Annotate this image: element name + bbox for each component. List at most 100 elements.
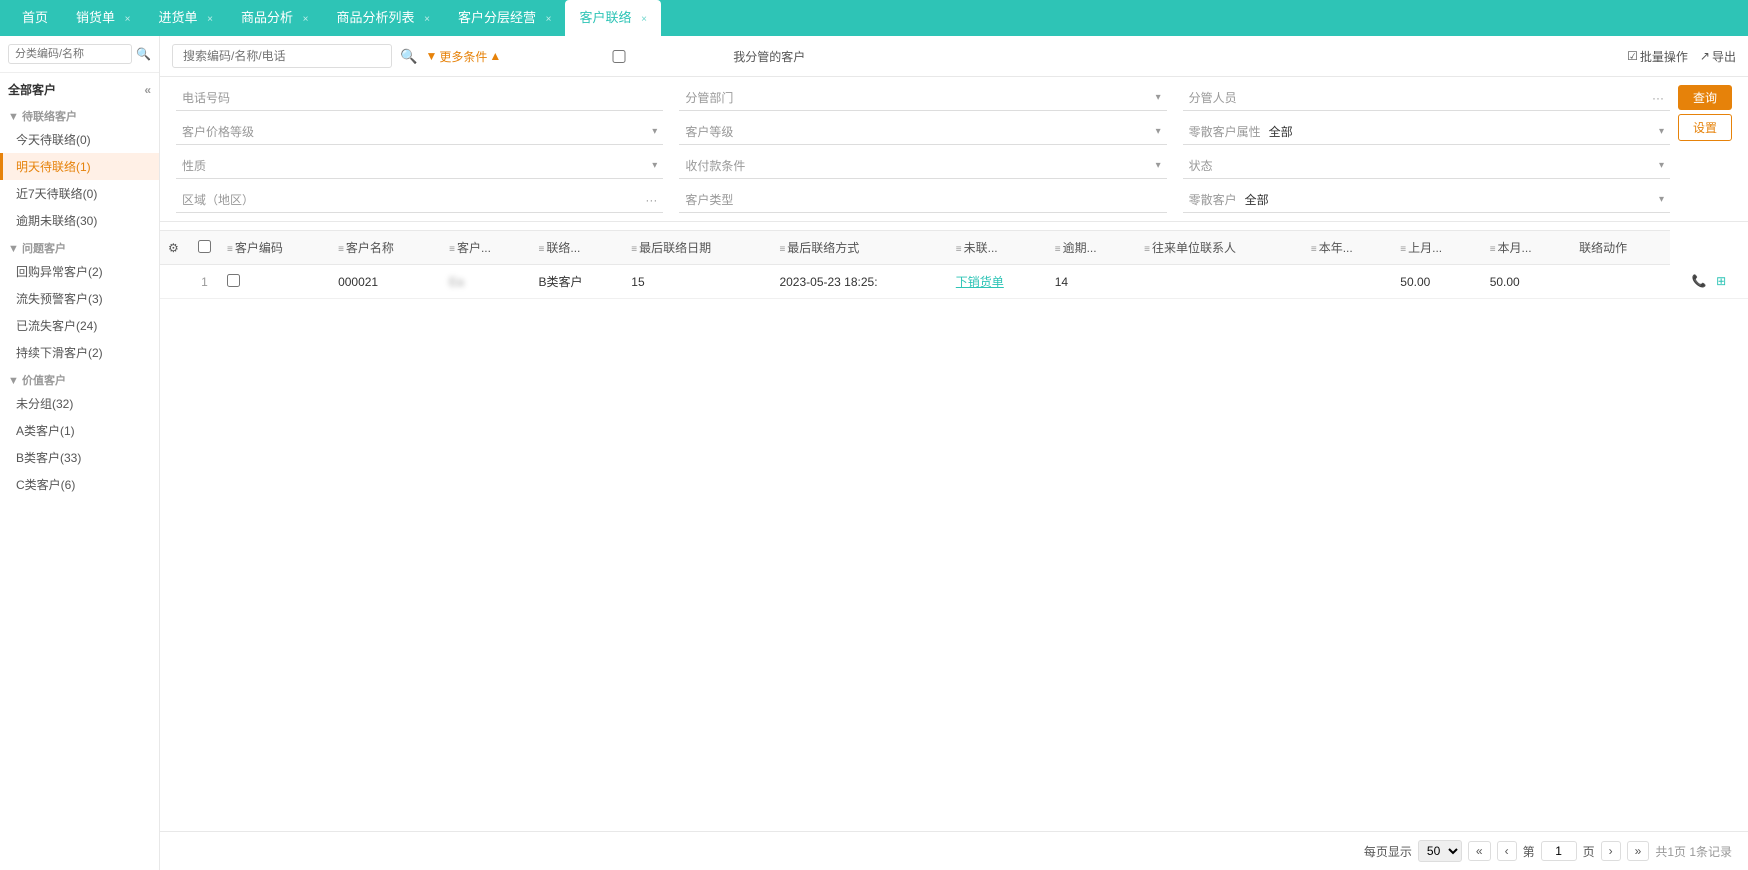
row-last-contact-date: 2023-05-23 18:25: (771, 265, 947, 299)
row-settings (160, 265, 190, 299)
filter-row-1: 电话号码 分管部门 ▾ 分管人员 ··· (176, 85, 1670, 111)
filter-person[interactable]: 分管人员 ··· (1183, 85, 1670, 111)
export-btn[interactable]: ↗ 导出 (1700, 48, 1736, 65)
more-conditions-btn[interactable]: ▼ 更多条件 ▲ (425, 48, 501, 65)
filter-row-4: 区域（地区） ··· 客户类型 零散客户 全部 ▾ (176, 187, 1670, 213)
close-goods-analysis-icon[interactable]: × (303, 14, 309, 25)
sidebar-search-input[interactable] (8, 44, 132, 64)
checkbox-column-header[interactable] (190, 231, 219, 265)
page-size-select[interactable]: 50 (1418, 840, 1462, 862)
filter-region[interactable]: 区域（地区） ··· (176, 187, 663, 213)
sidebar-item-overdue-contact[interactable]: 逾期未联络(30) (0, 207, 159, 234)
chevron-down-icon4: ▾ (1659, 126, 1664, 137)
my-customers-check[interactable] (509, 50, 729, 63)
filter-status[interactable]: 状态 ▾ (1183, 153, 1670, 179)
next-page-btn[interactable]: › (1601, 841, 1621, 861)
no-contact-days-column-header[interactable]: ≡未联... (948, 231, 1047, 265)
sidebar-item-ungrouped[interactable]: 未分组(32) (0, 390, 159, 417)
close-sales-icon[interactable]: × (125, 14, 131, 25)
close-customer-contact-icon[interactable]: × (641, 14, 647, 25)
dots-icon2: ··· (645, 193, 657, 207)
collapse-icon[interactable]: « (144, 83, 151, 97)
filter-customer-type[interactable]: 客户类型 (679, 187, 1166, 213)
sidebar-item-week-contact[interactable]: 近7天待联络(0) (0, 180, 159, 207)
problem-customers-group: ▼ 问题客户 (0, 234, 159, 258)
row-num: 1 (190, 265, 219, 299)
my-customers-checkbox[interactable]: 我分管的客户 (509, 48, 805, 65)
sidebar-item-declining[interactable]: 持续下滑客户(2) (0, 339, 159, 366)
row-checkbox[interactable] (219, 265, 330, 299)
overdue-column-header[interactable]: ≡逾期... (1047, 231, 1136, 265)
value-customers-group: ▼ 价值客户 (0, 366, 159, 390)
row-action[interactable]: 📞 ⊞ (1670, 265, 1748, 299)
chevron-down-icon: ▾ (1156, 92, 1161, 103)
last-month-column-header[interactable]: ≡上月... (1392, 231, 1481, 265)
batch-op-btn[interactable]: ☑ 批量操作 (1627, 48, 1688, 65)
set-button[interactable]: 设置 (1678, 114, 1732, 141)
filter-scatter-attr[interactable]: 零散客户属性 全部 ▾ (1183, 119, 1670, 145)
row-contact-person (1303, 265, 1392, 299)
sidebar-item-type-b[interactable]: B类客户(33) (0, 444, 159, 471)
close-customer-layer-icon[interactable]: × (546, 14, 552, 25)
main-layout: 🔍 全部客户 « ▼ 待联络客户 今天待联络(0) 明天待联络(1) 近7天待联… (0, 36, 1748, 870)
all-customers-label: 全部客户 (8, 81, 56, 98)
row-last-contact-method[interactable]: 下销货单 (948, 265, 1047, 299)
filter-nature[interactable]: 性质 ▾ (176, 153, 663, 179)
row-name: Ea (441, 265, 530, 299)
search-icon[interactable]: 🔍 (400, 48, 417, 65)
code-column-header[interactable]: ≡客户编码 (219, 231, 330, 265)
first-page-btn[interactable]: « (1468, 841, 1491, 861)
last-page-btn[interactable]: » (1627, 841, 1650, 861)
pending-contact-group: ▼ 待联络客户 (0, 102, 159, 126)
type-column-header[interactable]: ≡客户... (441, 231, 530, 265)
sidebar-item-type-a[interactable]: A类客户(1) (0, 417, 159, 444)
row-select-checkbox[interactable] (227, 274, 240, 287)
nav-customer-contact[interactable]: 客户联络 × (565, 0, 660, 36)
settings-column-header[interactable]: ⚙ (160, 231, 190, 265)
filter-phone[interactable]: 电话号码 (176, 85, 663, 111)
nav-sales[interactable]: 销货单 × (62, 0, 144, 36)
nav-home[interactable]: 首页 (8, 0, 62, 36)
row-type: B类客户 (531, 265, 624, 299)
row-contact-count: 15 (623, 265, 771, 299)
filter-scatter-customer[interactable]: 零散客户 全部 ▾ (1183, 187, 1670, 213)
chevron-down-icon8: ▾ (1659, 194, 1664, 205)
select-all-checkbox[interactable] (198, 240, 211, 253)
action-phone-icon[interactable]: 📞 (1692, 274, 1707, 288)
query-button[interactable]: 查询 (1678, 85, 1732, 110)
chevron-down-icon6: ▾ (1156, 160, 1161, 171)
current-month-column-header[interactable]: ≡本月... (1482, 231, 1571, 265)
row-overdue (1136, 265, 1303, 299)
filter-payment[interactable]: 收付款条件 ▾ (679, 153, 1166, 179)
action-grid-icon[interactable]: ⊞ (1716, 274, 1726, 288)
nav-purchase[interactable]: 进货单 × (145, 0, 227, 36)
sidebar: 🔍 全部客户 « ▼ 待联络客户 今天待联络(0) 明天待联络(1) 近7天待联… (0, 36, 160, 870)
sidebar-search-icon[interactable]: 🔍 (136, 47, 151, 61)
filter-customer-level[interactable]: 客户等级 ▾ (679, 119, 1166, 145)
sidebar-item-tomorrow-contact[interactable]: 明天待联络(1) (0, 153, 159, 180)
filter-dept[interactable]: 分管部门 ▾ (679, 85, 1166, 111)
sidebar-item-churn-warning[interactable]: 流失预警客户(3) (0, 285, 159, 312)
sidebar-item-today-contact[interactable]: 今天待联络(0) (0, 126, 159, 153)
page-input[interactable] (1541, 841, 1577, 861)
contact-count-column-header[interactable]: ≡联络... (531, 231, 624, 265)
content-area: 🔍 ▼ 更多条件 ▲ 我分管的客户 ☑ 批量操作 ↗ 导出 (160, 36, 1748, 870)
sidebar-item-repurchase-abnormal[interactable]: 回购异常客户(2) (0, 258, 159, 285)
nav-goods-analysis[interactable]: 商品分析 × (227, 0, 322, 36)
close-goods-list-icon[interactable]: × (424, 14, 430, 25)
nav-goods-analysis-list[interactable]: 商品分析列表 × (322, 0, 443, 36)
contact-person-column-header[interactable]: ≡往来单位联系人 (1136, 231, 1303, 265)
prev-page-btn[interactable]: ‹ (1497, 841, 1517, 861)
sidebar-item-churned[interactable]: 已流失客户(24) (0, 312, 159, 339)
search-input[interactable] (172, 44, 392, 68)
last-contact-method-column-header[interactable]: ≡最后联络方式 (771, 231, 947, 265)
name-column-header[interactable]: ≡客户名称 (330, 231, 441, 265)
nav-customer-layer[interactable]: 客户分层经营 × (444, 0, 565, 36)
all-customers-header[interactable]: 全部客户 « (0, 73, 159, 102)
sidebar-item-type-c[interactable]: C类客户(6) (0, 471, 159, 498)
last-contact-date-column-header[interactable]: ≡最后联络日期 (623, 231, 771, 265)
close-purchase-icon[interactable]: × (207, 14, 213, 25)
row-code: 000021 (330, 265, 441, 299)
filter-price-level[interactable]: 客户价格等级 ▾ (176, 119, 663, 145)
current-year-column-header[interactable]: ≡本年... (1303, 231, 1392, 265)
